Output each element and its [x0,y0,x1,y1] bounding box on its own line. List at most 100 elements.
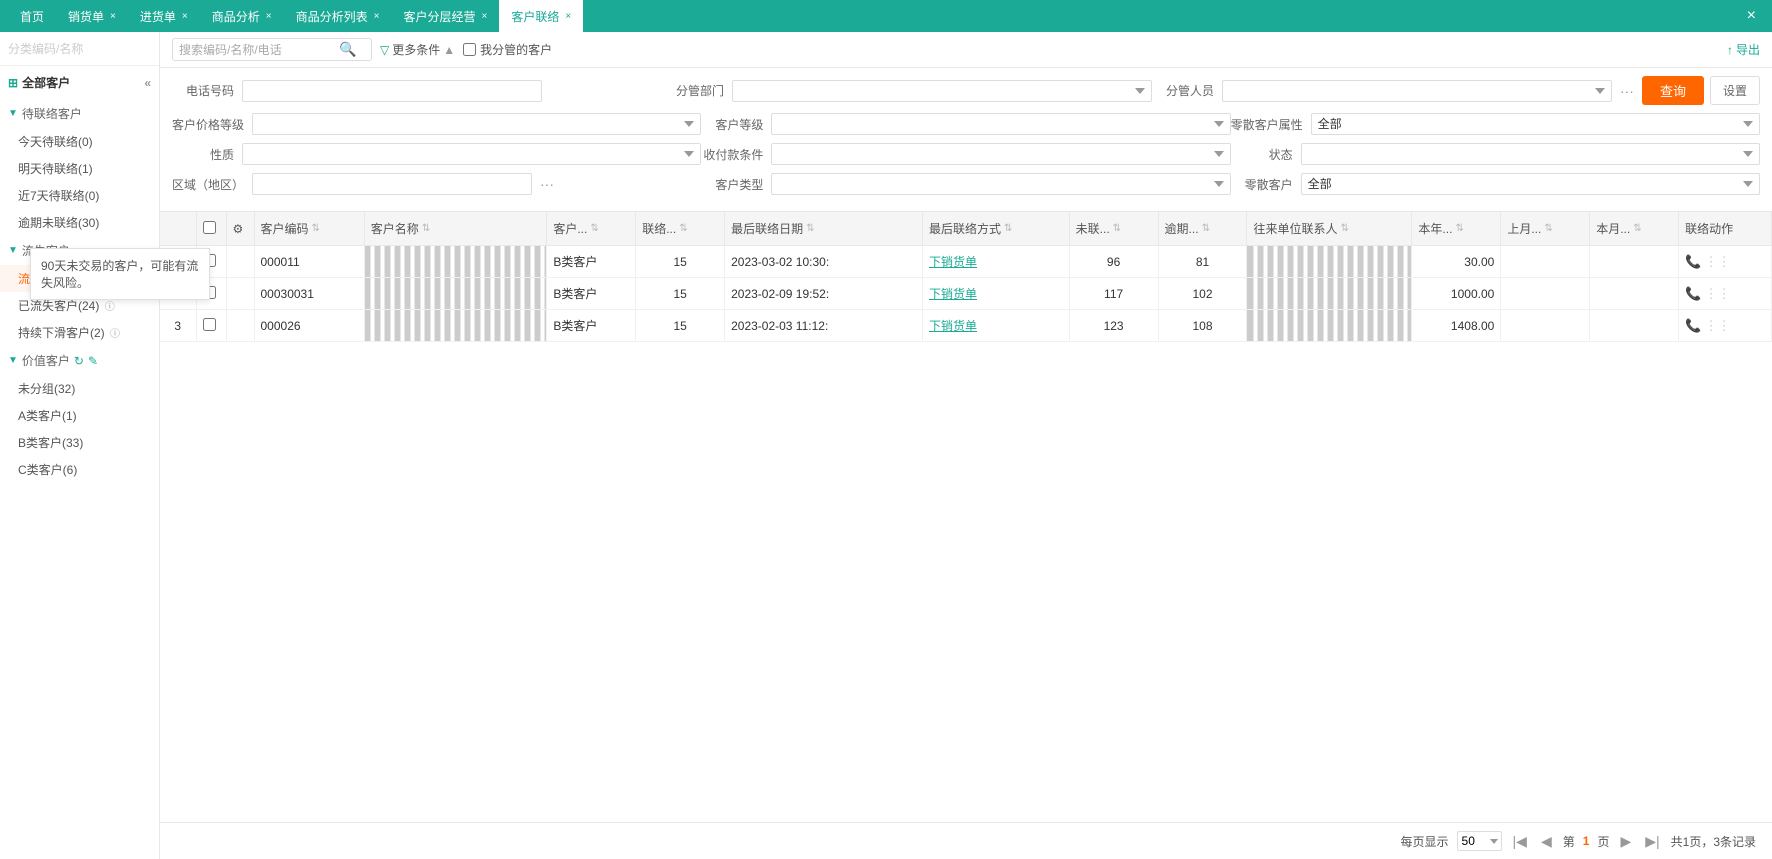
tab-customer-tier-close[interactable]: × [481,11,487,22]
edit-icon-value[interactable]: ✎ [88,354,98,368]
filter-field-payment: 收付款条件 [701,143,1230,165]
filter-select-person[interactable] [1222,80,1612,102]
sidebar-item-week7[interactable]: 近7天待联络(0) [0,182,159,209]
more-filter-button[interactable]: ▽ 更多条件 ▲ [380,41,455,58]
sidebar-group-pending[interactable]: ▼ 待联络客户 [0,99,159,128]
filter-more-person[interactable]: ··· [1612,83,1642,99]
sidebar-group-value[interactable]: ▼ 价值客户 ↻ ✎ [0,346,159,375]
tab-analysis-label: 商品分析 [212,8,260,25]
column-settings-icon[interactable]: ⚙ [233,222,244,236]
filter-select-price-level[interactable] [252,113,701,135]
sidebar-item-type-a[interactable]: A类客户(1) [0,402,159,429]
action-phone-icon-2[interactable]: 📞 [1685,318,1701,333]
cell-name-0 [364,246,547,278]
filter-label-status: 状态 [1231,146,1301,163]
th-settings[interactable]: ⚙ [226,212,254,246]
refresh-icon-value[interactable]: ↻ [74,354,84,368]
action-more-icon-1[interactable]: ⋮⋮ [1705,286,1731,301]
info-icon-declining: ⓘ [110,329,120,340]
filter-select-sparse-attr[interactable]: 全部 [1311,113,1760,135]
sidebar-item-ungroup[interactable]: 未分组(32) [0,375,159,402]
tab-customer-tier[interactable]: 客户分层经营 × [391,0,499,32]
action-more-icon-0[interactable]: ⋮⋮ [1705,254,1731,269]
cell-method-2[interactable]: 下销货单 [922,310,1069,342]
cell-method-1[interactable]: 下销货单 [922,278,1069,310]
cell-overdue-2: 108 [1158,310,1247,342]
my-customers-checkbox[interactable] [463,43,476,56]
filter-field-person: 分管人员 ··· [1152,80,1642,102]
settings-button[interactable]: 设置 [1710,76,1760,105]
tab-purchase-close[interactable]: × [182,11,188,22]
cell-this-year-1: 1000.00 [1412,278,1501,310]
cell-this-year-0: 30.00 [1412,246,1501,278]
th-this-month: 本月... ⇅ [1590,212,1679,246]
tab-analysis-list[interactable]: 商品分析列表 × [284,0,392,32]
cell-check-2[interactable] [196,310,226,342]
sidebar-item-type-b-label: B类客户(33) [18,436,83,450]
sidebar-item-declining[interactable]: 持续下滑客户(2) ⓘ [0,319,159,346]
th-check[interactable] [196,212,226,246]
tab-customer-contact-close[interactable]: × [565,11,571,22]
filter-label-phone: 电话号码 [172,82,242,99]
th-last-contact-date-label: 最后联络日期 [731,220,803,237]
sidebar-item-overdue[interactable]: 逾期未联络(30) [0,209,159,236]
main-search-input[interactable] [179,43,339,57]
select-all-checkbox[interactable] [203,221,216,234]
cell-date-2: 2023-02-03 11:12: [725,310,923,342]
filter-select-payment[interactable] [771,143,1230,165]
sidebar-search-input[interactable] [8,42,160,56]
action-more-icon-2[interactable]: ⋮⋮ [1705,318,1731,333]
filter-more-region[interactable]: ··· [532,176,562,192]
cell-action-2: 📞 ⋮⋮ [1679,310,1772,342]
cell-type-1: B类客户 [547,278,636,310]
tab-sales-close[interactable]: × [110,11,116,22]
tab-home[interactable]: 首页 [8,0,56,32]
tab-sales[interactable]: 销货单 × [56,0,128,32]
first-page-button[interactable]: |◀ [1510,833,1530,850]
cell-method-0[interactable]: 下销货单 [922,246,1069,278]
sidebar-item-today[interactable]: 今天待联络(0) [0,128,159,155]
th-action: 联络动作 [1679,212,1772,246]
sidebar-item-type-b[interactable]: B类客户(33) [0,429,159,456]
filter-input-phone[interactable] [242,80,542,102]
sidebar-arrow-lost: ▼ [8,245,18,256]
prev-page-button[interactable]: ◀ [1538,833,1555,850]
table-row: 3 000026 B类客户 15 2023-02-03 11:12: 下销货单 … [160,310,1772,342]
last-page-button[interactable]: ▶| [1642,833,1662,850]
action-phone-icon-1[interactable]: 📞 [1685,286,1701,301]
next-page-button[interactable]: ▶ [1617,833,1634,850]
th-code: 客户编码 ⇅ [254,212,364,246]
filter-select-nature[interactable] [242,143,701,165]
tab-analysis-close[interactable]: × [266,11,272,22]
th-name-label: 客户名称 [371,220,419,237]
filter-select-dept[interactable] [732,80,1152,102]
filter-select-status[interactable] [1301,143,1760,165]
main-search-icon[interactable]: 🔍 [339,41,356,58]
filter-input-region[interactable] [252,173,532,195]
sidebar-all-customers[interactable]: ⊞ 全部客户 « [0,66,159,99]
sidebar-item-tomorrow[interactable]: 明天待联络(1) [0,155,159,182]
action-phone-icon-0[interactable]: 📞 [1685,254,1701,269]
tab-customer-contact[interactable]: 客户联络 × [499,0,583,32]
row-checkbox-2[interactable] [203,318,216,331]
per-page-select[interactable]: 50 100 200 [1457,831,1502,851]
sidebar-group-value-label: 价值客户 [22,352,70,369]
filter-label-cust-type: 客户类型 [701,176,771,193]
filter-select-cust-type[interactable] [771,173,1230,195]
sidebar-item-type-c[interactable]: C类客户(6) [0,456,159,483]
tooltip-text: 90天未交易的客户，可能有流失风险。 [41,259,160,290]
tab-purchase[interactable]: 进货单 × [128,0,200,32]
th-last-contact-method-label: 最后联络方式 [929,220,1001,237]
filter-row-2: 客户价格等级 客户等级 零散客户属性 全部 [172,113,1760,135]
cell-this-month-0 [1590,246,1679,278]
tab-analysis-list-close[interactable]: × [374,11,380,22]
cell-name-2 [364,310,547,342]
app-close-button[interactable]: × [1739,7,1764,25]
th-action-label: 联络动作 [1685,222,1733,236]
filter-select-sparse[interactable]: 全部 [1301,173,1760,195]
query-button[interactable]: 查询 [1642,76,1704,105]
filter-select-cust-level[interactable] [771,113,1230,135]
tab-analysis[interactable]: 商品分析 × [200,0,284,32]
export-button[interactable]: ↑ 导出 [1727,41,1760,58]
sort-icon-year: ⇅ [1455,223,1463,234]
